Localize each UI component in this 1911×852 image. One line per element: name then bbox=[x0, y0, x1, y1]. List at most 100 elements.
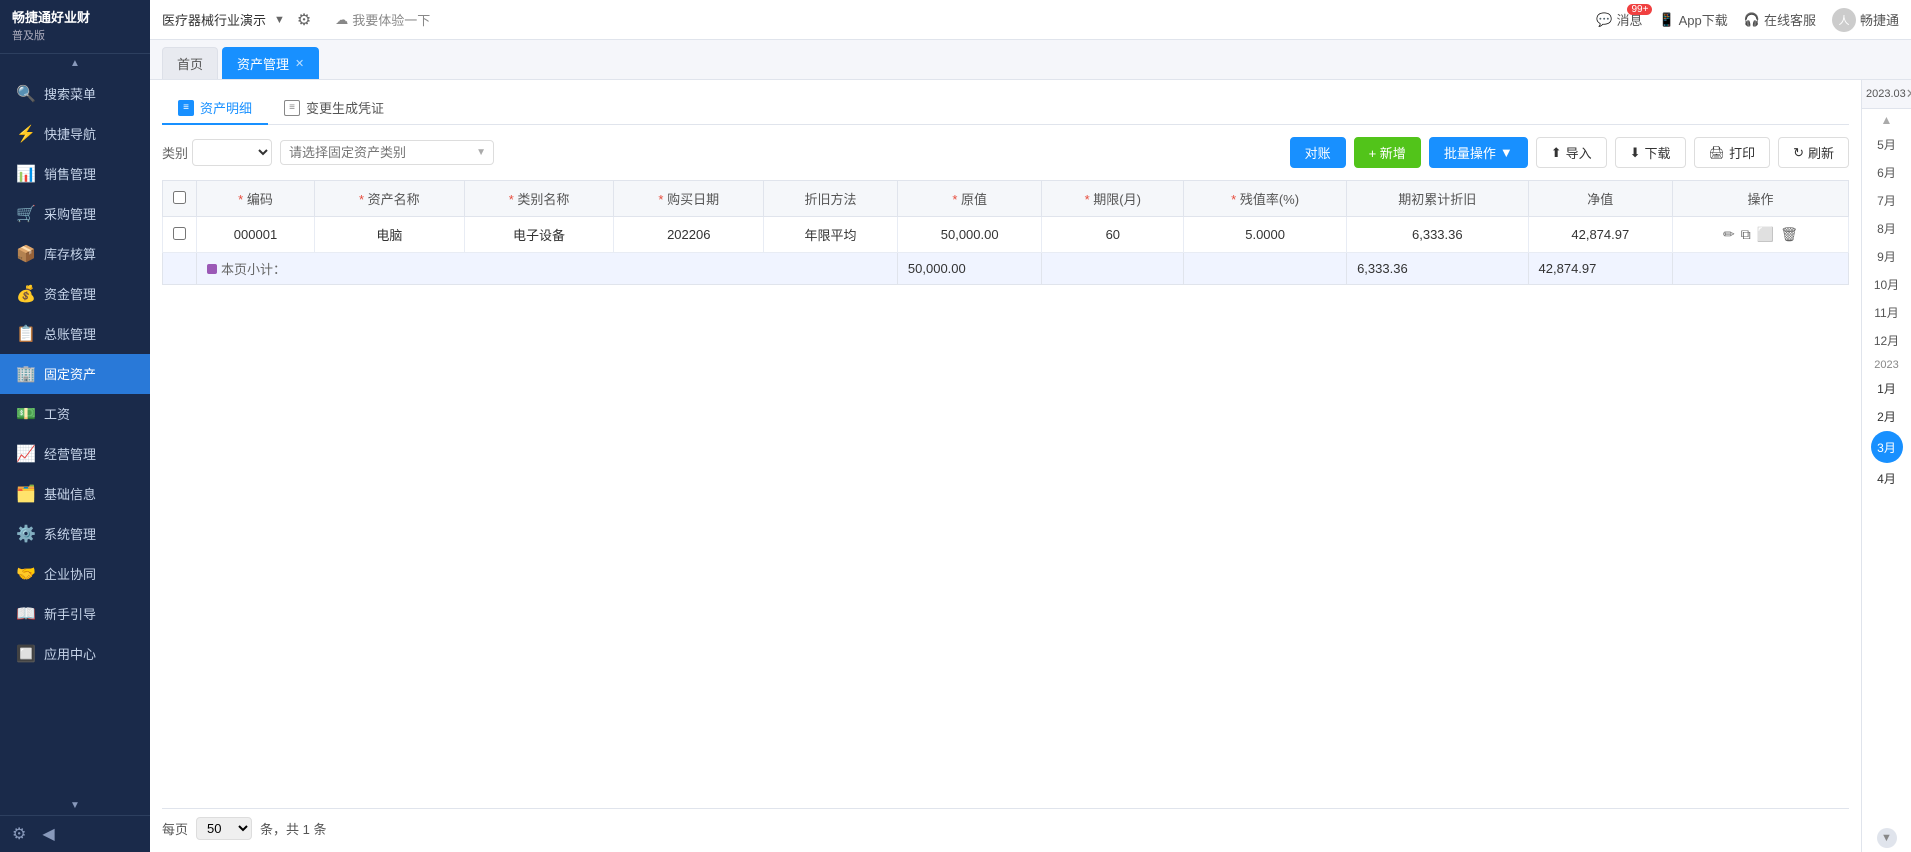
calendar-year-label: 2023.03 bbox=[1866, 88, 1906, 100]
per-page-select[interactable]: 50 10 20 100 bbox=[196, 817, 252, 840]
sidebar-item-apps[interactable]: 🔲 应用中心 bbox=[0, 634, 150, 674]
col-depr-method: 折旧方法 bbox=[764, 181, 898, 217]
cal-month-8[interactable]: 8月 bbox=[1865, 215, 1909, 241]
cal-month-5[interactable]: 5月 bbox=[1865, 131, 1909, 157]
sidebar-item-inventory[interactable]: 📦 库存核算 bbox=[0, 234, 150, 274]
tabbar: 首页 资产管理 ✕ bbox=[150, 40, 1911, 80]
cal-month-3-active[interactable]: 3月 bbox=[1871, 431, 1903, 463]
col-category: 类别名称 bbox=[464, 181, 614, 217]
cal-month-4[interactable]: 4月 bbox=[1865, 465, 1909, 491]
collapse-icon[interactable]: ◀ bbox=[42, 824, 54, 844]
edit-icon[interactable]: ✏ bbox=[1723, 226, 1735, 243]
cal-month-6[interactable]: 6月 bbox=[1865, 159, 1909, 185]
sub-tab-asset-detail[interactable]: ≡ 资产明细 bbox=[162, 92, 268, 125]
sidebar-scroll-up[interactable]: ▲ bbox=[0, 54, 150, 74]
cal-month-11[interactable]: 11月 bbox=[1865, 299, 1909, 325]
more-icon[interactable]: ⬜ bbox=[1757, 226, 1774, 243]
subtotal-label-cell: 本页小计： bbox=[197, 253, 898, 285]
sidebar-item-search[interactable]: 🔍 搜索菜单 bbox=[0, 74, 150, 114]
sidebar-item-basic[interactable]: 🗂️ 基础信息 bbox=[0, 474, 150, 514]
calendar-header: 2023.03 ✕ ⤢ bbox=[1862, 80, 1911, 109]
subtotal-original-value: 50,000.00 bbox=[897, 253, 1042, 285]
apps-icon: 🔲 bbox=[16, 644, 36, 664]
search-icon: 🔍 bbox=[16, 84, 36, 104]
app-name: 畅捷通好业财 bbox=[12, 10, 90, 27]
print-button[interactable]: 🖨 打印 bbox=[1694, 137, 1771, 168]
row-checkbox[interactable] bbox=[173, 227, 186, 240]
cal-month-7[interactable]: 7月 bbox=[1865, 187, 1909, 213]
sidebar-logo: 畅捷通好业财 普及版 bbox=[0, 0, 150, 54]
sidebar-item-label: 资金管理 bbox=[44, 284, 96, 303]
sidebar-item-purchase[interactable]: 🛒 采购管理 bbox=[0, 194, 150, 234]
sidebar-item-quick-nav[interactable]: ⚡ 快捷导航 bbox=[0, 114, 150, 154]
messages-badge: 99+ bbox=[1627, 4, 1652, 15]
calendar-months: 5月 6月 7月 8月 9月 10月 11月 12月 2023 1月 2月 3月… bbox=[1862, 131, 1911, 824]
panel-close-icon[interactable]: ✕ bbox=[1906, 86, 1911, 102]
subtotal-dot bbox=[207, 264, 217, 274]
sidebar-item-fund[interactable]: 💰 资金管理 bbox=[0, 274, 150, 314]
cell-purchase-date: 202206 bbox=[614, 217, 764, 253]
new-button[interactable]: + 新增 bbox=[1354, 137, 1421, 168]
category-filter-select[interactable] bbox=[192, 139, 272, 166]
tab-home-label: 首页 bbox=[177, 54, 203, 73]
sidebar-item-ledger[interactable]: 📋 总账管理 bbox=[0, 314, 150, 354]
online-service-button[interactable]: 🎧 在线客服 bbox=[1744, 10, 1816, 29]
subtotal-checkbox-cell bbox=[163, 253, 197, 285]
sidebar-item-guide[interactable]: 📖 新手引导 bbox=[0, 594, 150, 634]
sidebar-item-coop[interactable]: 🤝 企业协同 bbox=[0, 554, 150, 594]
cell-original-value: 50,000.00 bbox=[897, 217, 1042, 253]
company-dropdown-arrow[interactable]: ▼ bbox=[274, 14, 285, 26]
import-button[interactable]: ⬆ 导入 bbox=[1536, 137, 1607, 168]
sidebar-item-sales[interactable]: 📊 销售管理 bbox=[0, 154, 150, 194]
select-all-checkbox[interactable] bbox=[173, 191, 186, 204]
col-actions: 操作 bbox=[1673, 181, 1849, 217]
calendar-nav-up[interactable]: ▲ bbox=[1862, 109, 1911, 131]
cal-month-10[interactable]: 10月 bbox=[1865, 271, 1909, 297]
sidebar-item-fixed-assets[interactable]: 🏢 固定资产 bbox=[0, 354, 150, 394]
sidebar-scroll-down[interactable]: ▼ bbox=[0, 795, 150, 815]
category-type-filter-input[interactable] bbox=[280, 140, 494, 165]
company-title: 医疗器械行业演示 bbox=[162, 10, 266, 29]
subtotal-period bbox=[1042, 253, 1184, 285]
calendar-bottom-down[interactable]: ▼ bbox=[1877, 828, 1897, 848]
download-button[interactable]: ⬇ 下载 bbox=[1615, 137, 1686, 168]
cal-month-9[interactable]: 9月 bbox=[1865, 243, 1909, 269]
row-checkbox-cell bbox=[163, 217, 197, 253]
tab-home[interactable]: 首页 bbox=[162, 47, 218, 79]
refresh-button[interactable]: ↻ 刷新 bbox=[1778, 137, 1849, 168]
sidebar-item-ops[interactable]: 📈 经营管理 bbox=[0, 434, 150, 474]
sidebar-item-wages[interactable]: 💵 工资 bbox=[0, 394, 150, 434]
col-checkbox bbox=[163, 181, 197, 217]
messages-button[interactable]: 💬 消息 99+ bbox=[1596, 10, 1642, 29]
sub-tabs: ≡ 资产明细 ≡ 变更生成凭证 bbox=[162, 92, 1849, 125]
cal-month-1[interactable]: 1月 bbox=[1865, 375, 1909, 401]
cal-month-12[interactable]: 12月 bbox=[1865, 327, 1909, 353]
pagination: 每页 50 10 20 100 条，共 1 条 bbox=[162, 808, 1849, 840]
feedback-button[interactable]: ☁ 我要体验一下 bbox=[335, 10, 430, 29]
sidebar-item-label: 采购管理 bbox=[44, 204, 96, 223]
cal-month-2[interactable]: 2月 bbox=[1865, 403, 1909, 429]
total-text: 条，共 1 条 bbox=[260, 819, 326, 838]
sidebar-item-label: 经营管理 bbox=[44, 444, 96, 463]
change-voucher-tab-icon: ≡ bbox=[284, 100, 300, 116]
calendar-year-divider: 2023 bbox=[1874, 355, 1898, 373]
sidebar-item-sys[interactable]: ⚙️ 系统管理 bbox=[0, 514, 150, 554]
batch-ops-arrow-icon: ▼ bbox=[1500, 145, 1513, 160]
reconcile-button[interactable]: 对账 bbox=[1290, 137, 1346, 168]
user-menu[interactable]: 人 畅捷通 bbox=[1832, 8, 1899, 32]
batch-ops-button[interactable]: 批量操作 ▼ bbox=[1429, 137, 1528, 168]
subtotal-residual-rate bbox=[1184, 253, 1347, 285]
app-download-button[interactable]: 📱 App下载 bbox=[1658, 10, 1727, 29]
delete-icon[interactable]: 🗑 bbox=[1780, 226, 1798, 243]
category-filter-label: 类别 bbox=[162, 143, 188, 162]
settings-icon[interactable]: ⚙ bbox=[12, 824, 26, 844]
sidebar: 畅捷通好业财 普及版 ▲ 🔍 搜索菜单 ⚡ 快捷导航 📊 销售管理 🛒 采购管理… bbox=[0, 0, 150, 852]
settings-gear-icon[interactable]: ⚙ bbox=[297, 10, 311, 30]
user-name: 畅捷通 bbox=[1860, 10, 1899, 29]
tab-asset-mgmt[interactable]: 资产管理 ✕ bbox=[222, 47, 319, 79]
topbar: 医疗器械行业演示 ▼ ⚙ ☁ 我要体验一下 💬 消息 99+ 📱 App下载 🎧… bbox=[150, 0, 1911, 40]
inventory-icon: 📦 bbox=[16, 244, 36, 264]
copy-icon[interactable]: ⧉ bbox=[1741, 226, 1751, 243]
sub-tab-change-voucher[interactable]: ≡ 变更生成凭证 bbox=[268, 92, 400, 125]
tab-close-icon[interactable]: ✕ bbox=[295, 57, 304, 70]
